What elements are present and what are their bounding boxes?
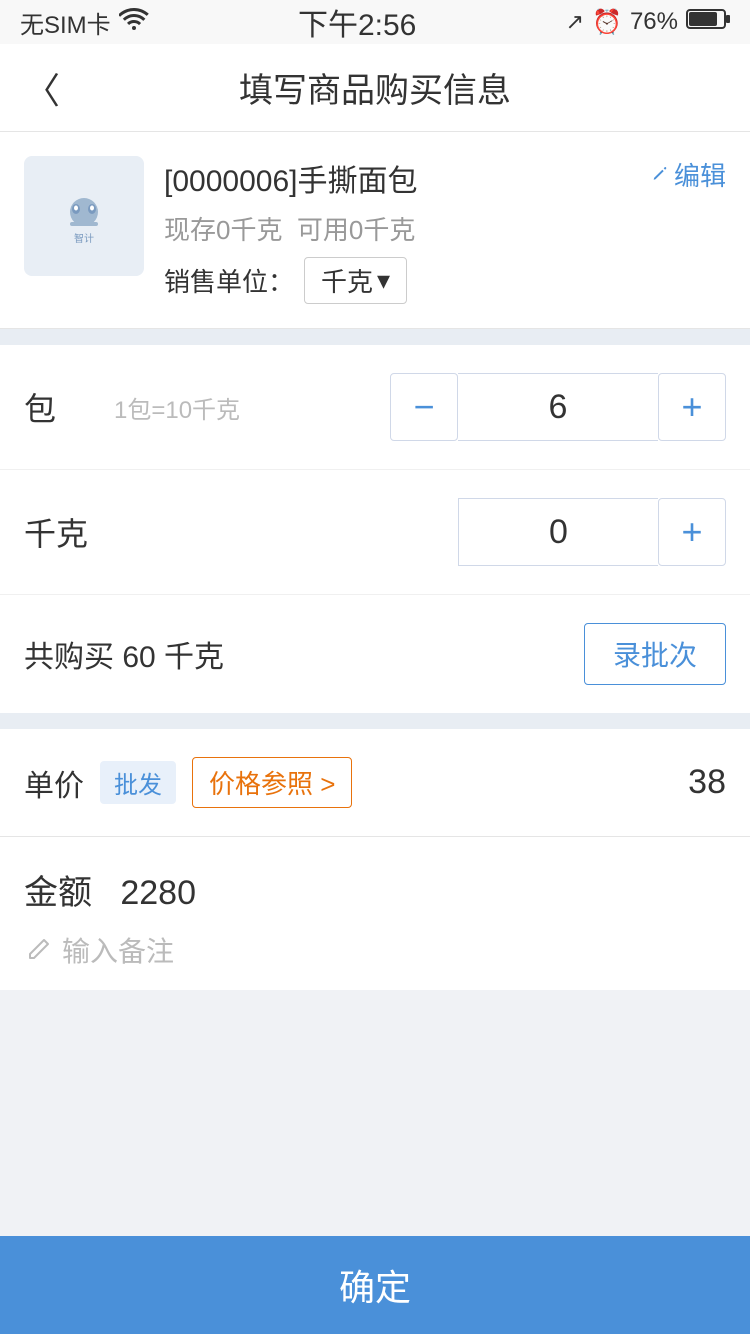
amount-value: 2280 xyxy=(120,874,196,912)
summary-row: 共购买 60 千克 录批次 xyxy=(0,595,750,713)
product-card: 智计 [0000006]手撕面包 编辑 现存0千克 可用0千克 销售单位： 千克… xyxy=(0,132,750,329)
wifi-icon xyxy=(119,8,149,37)
product-name: [0000006]手撕面包 xyxy=(164,156,417,200)
price-row: 单价 批发 价格参照 > 38 xyxy=(0,729,750,836)
product-unit-row: 销售单位： 千克 ▾ xyxy=(164,257,726,304)
note-placeholder: 输入备注 xyxy=(62,930,174,970)
alarm-icon: ⏰ xyxy=(592,8,622,37)
status-bar: 无SIM卡 下午2:56 ↗ ⏰ 76% xyxy=(0,0,750,44)
amount-section: 金额 2280 输入备注 xyxy=(0,837,750,990)
product-image: 智计 xyxy=(24,156,144,276)
svg-text:智计: 智计 xyxy=(74,232,94,245)
kg-quantity-row: 千克 + xyxy=(0,470,750,595)
product-info: [0000006]手撕面包 编辑 现存0千克 可用0千克 销售单位： 千克 ▾ xyxy=(164,156,726,304)
price-value: 38 xyxy=(688,763,726,802)
batch-button[interactable]: 录批次 xyxy=(584,623,726,685)
back-button[interactable]: 〈 xyxy=(24,62,60,114)
kg-label: 千克 xyxy=(24,509,104,555)
product-stock: 现存0千克 可用0千克 xyxy=(164,210,726,247)
status-right: ↗ ⏰ 76% xyxy=(566,8,730,37)
bao-input[interactable] xyxy=(458,373,658,441)
unit-select[interactable]: 千克 ▾ xyxy=(304,257,407,304)
amount-row: 金额 2280 xyxy=(24,865,726,914)
battery-icon xyxy=(686,8,730,37)
kg-input[interactable] xyxy=(458,498,658,566)
page-title: 填写商品购买信息 xyxy=(239,63,511,112)
price-label: 单价 xyxy=(24,761,84,805)
page-header: 〈 填写商品购买信息 xyxy=(0,44,750,132)
status-left: 无SIM卡 xyxy=(20,5,149,40)
kg-increment-button[interactable]: + xyxy=(658,498,726,566)
price-tag: 批发 xyxy=(100,761,176,804)
status-time: 下午2:56 xyxy=(298,0,416,44)
amount-label: 金额 xyxy=(24,874,92,912)
unit-label: 销售单位： xyxy=(164,262,294,299)
edit-button[interactable]: 编辑 xyxy=(650,156,726,193)
kg-controls: + xyxy=(458,498,726,566)
confirm-button[interactable]: 确定 xyxy=(0,1236,750,1334)
quantity-section: 包 1包=10千克 − + 千克 + xyxy=(0,345,750,595)
bao-increment-button[interactable]: + xyxy=(658,373,726,441)
bao-label: 包 xyxy=(24,384,104,430)
location-icon: ↗ xyxy=(566,9,584,35)
note-row[interactable]: 输入备注 xyxy=(24,930,726,970)
bao-controls: − + xyxy=(390,373,726,441)
bao-hint: 1包=10千克 xyxy=(114,390,390,425)
carrier-text: 无SIM卡 xyxy=(20,5,111,40)
section-divider-1 xyxy=(0,329,750,345)
bao-quantity-row: 包 1包=10千克 − + xyxy=(0,345,750,470)
summary-text: 共购买 60 千克 xyxy=(24,632,224,676)
section-divider-2 xyxy=(0,713,750,729)
battery-text: 76% xyxy=(630,8,678,36)
pencil-icon xyxy=(24,936,52,964)
price-ref-button[interactable]: 价格参照 > xyxy=(192,757,352,808)
edit-label: 编辑 xyxy=(674,156,726,193)
bao-decrement-button[interactable]: − xyxy=(390,373,458,441)
